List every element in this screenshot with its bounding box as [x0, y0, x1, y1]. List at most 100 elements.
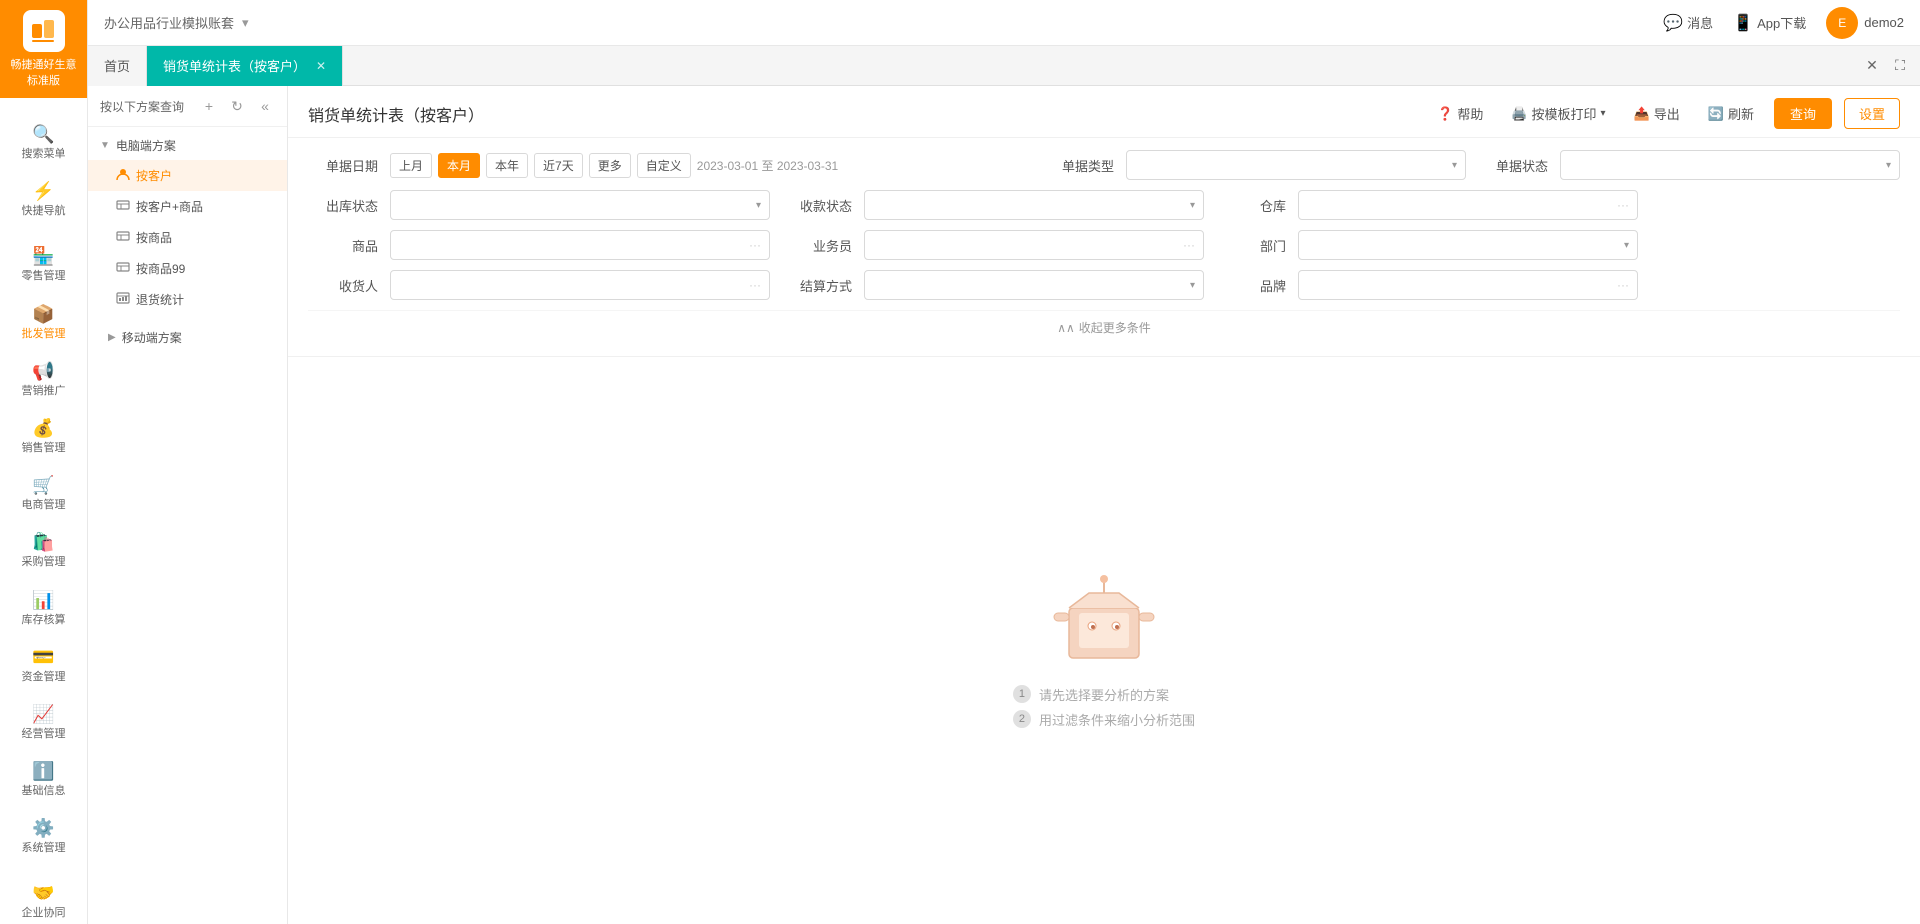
date-btn-last-month[interactable]: 上月 [390, 153, 432, 178]
salesperson-control[interactable]: ··· [864, 230, 1204, 260]
wholesale-icon: 📦 [32, 304, 54, 325]
sidebar-marketing-label: 营销推广 [22, 385, 66, 398]
by-goods-icon [116, 229, 130, 246]
date-btn-this-year[interactable]: 本年 [486, 153, 528, 178]
scheme-panel-header: 按以下方案查询 + ↻ « [88, 86, 287, 127]
date-quick-buttons: 上月 本月 本年 近7天 更多 自定义 2023-03-01 至 2023-03… [390, 153, 1032, 178]
tab-sales-stat-close[interactable]: ✕ [316, 59, 326, 73]
sidebar-ecommerce-label: 电商管理 [22, 499, 66, 512]
sidebar-item-basic[interactable]: ℹ️ 基础信息 [0, 751, 87, 808]
collapse-bar[interactable]: ∧∧ 收起更多条件 [308, 310, 1900, 344]
tab-home[interactable]: 首页 [88, 46, 147, 86]
tab-close-all-btn[interactable]: ✕ [1860, 54, 1884, 78]
by-goods-99-icon [116, 260, 130, 277]
date-btn-custom[interactable]: 自定义 [637, 153, 691, 178]
sidebar-finance-label: 资金管理 [22, 671, 66, 684]
help-label: 帮助 [1457, 104, 1483, 123]
export-btn[interactable]: 📤 导出 [1626, 100, 1688, 127]
sidebar-item-system[interactable]: ⚙️ 系统管理 [0, 808, 87, 865]
scheme-item-by-goods-99[interactable]: 按商品99 [88, 253, 287, 284]
sidebar-item-search[interactable]: 🔍 搜索菜单 [0, 114, 87, 171]
settle-label: 结算方式 [782, 276, 852, 295]
empty-step-2: 2 用过滤条件来缩小分析范围 [1013, 710, 1195, 729]
sidebar-item-enterprise[interactable]: 🤝 企业协同 [0, 873, 87, 924]
help-btn[interactable]: ❓ 帮助 [1429, 100, 1491, 127]
user-name: demo2 [1864, 15, 1904, 30]
sidebar-item-purchase[interactable]: 🛍️ 采购管理 [0, 522, 87, 579]
return-stat-icon [116, 291, 130, 308]
sidebar-basic-label: 基础信息 [22, 785, 66, 798]
settle-arrow-icon: ▾ [1190, 280, 1195, 291]
brand-control[interactable]: ··· [1298, 270, 1638, 300]
scheme-collapse-btn[interactable]: « [255, 96, 275, 116]
collapse-label: 收起更多条件 [1079, 319, 1151, 336]
settings-btn[interactable]: 设置 [1844, 98, 1900, 129]
scheme-refresh-btn[interactable]: ↻ [227, 96, 247, 116]
pay-status-control[interactable]: ▾ [864, 190, 1204, 220]
date-btn-this-month[interactable]: 本月 [438, 153, 480, 178]
basic-icon: ℹ️ [32, 761, 54, 782]
warehouse-control[interactable]: ··· [1298, 190, 1638, 220]
sidebar-item-ecommerce[interactable]: 🛒 电商管理 [0, 465, 87, 522]
refresh-btn[interactable]: 🔄 刷新 [1700, 100, 1762, 127]
sidebar-item-quicknav[interactable]: ⚡ 快捷导航 [0, 171, 87, 228]
sidebar-item-operations[interactable]: 📈 经营管理 [0, 694, 87, 751]
scheme-item-by-customer-goods[interactable]: 按客户+商品 [88, 191, 287, 222]
date-btn-last-7days[interactable]: 近7天 [534, 153, 583, 178]
settle-control[interactable]: ▾ [864, 270, 1204, 300]
sidebar-inventory-label: 库存核算 [22, 614, 66, 627]
sidebar-item-marketing[interactable]: 📢 营销推广 [0, 351, 87, 408]
scheme-group-desktop-header[interactable]: ▼ 电脑端方案 [88, 131, 287, 160]
template-print-btn[interactable]: 🖨️ 按模板打印 ▾ [1503, 100, 1613, 127]
message-icon: 💬 [1663, 13, 1683, 33]
scheme-item-by-customer-goods-label: 按客户+商品 [136, 198, 203, 215]
sidebar-item-wholesale[interactable]: 📦 批发管理 [0, 294, 87, 351]
scheme-item-by-customer[interactable]: 按客户 [88, 160, 287, 191]
scheme-group-desktop: ▼ 电脑端方案 按客户 按客户+商品 [88, 127, 287, 319]
breadcrumb-dropdown-icon[interactable]: ▾ [242, 15, 249, 31]
header-breadcrumb-area: 办公用品行业模拟账套 ▾ [104, 13, 249, 32]
type-control[interactable]: ▾ [1126, 150, 1466, 180]
dept-control[interactable]: ▾ [1298, 230, 1638, 260]
tab-sales-stat[interactable]: 销货单统计表（按客户） ✕ [147, 46, 343, 86]
sidebar: 畅捷通好生意 标准版 🔍 搜索菜单 ⚡ 快捷导航 🏪 零售管理 📦 批发管理 📢… [0, 0, 88, 924]
goods-control[interactable]: ··· [390, 230, 770, 260]
out-status-control[interactable]: ▾ [390, 190, 770, 220]
receiver-label: 收货人 [308, 276, 378, 295]
sidebar-item-inventory[interactable]: 📊 库存核算 [0, 580, 87, 637]
scheme-panel: 按以下方案查询 + ↻ « ▼ 电脑端方案 按客户 [88, 86, 288, 924]
marketing-icon: 📢 [32, 361, 54, 382]
app-download-btn[interactable]: 📱 App下载 [1733, 13, 1806, 33]
warehouse-label: 仓库 [1216, 196, 1286, 215]
scheme-group-mobile-header[interactable]: ▶ 移动端方案 [88, 323, 287, 352]
template-print-arrow-icon: ▾ [1601, 108, 1606, 119]
tab-sales-stat-label: 销货单统计表（按客户） [163, 56, 306, 75]
filter-area: 单据日期 上月 本月 本年 近7天 更多 自定义 2023-03-01 至 20… [288, 138, 1920, 357]
scheme-item-by-goods[interactable]: 按商品 [88, 222, 287, 253]
chevron-down-icon: ▼ [100, 140, 110, 151]
export-label: 导出 [1654, 104, 1680, 123]
pay-status-label: 收款状态 [782, 196, 852, 215]
status-control[interactable]: ▾ [1560, 150, 1900, 180]
system-icon: ⚙️ [32, 818, 54, 839]
sidebar-item-finance[interactable]: 💳 资金管理 [0, 637, 87, 694]
type-label: 单据类型 [1044, 156, 1114, 175]
export-icon: 📤 [1634, 106, 1650, 122]
user-menu[interactable]: E demo2 [1826, 7, 1904, 39]
scheme-add-btn[interactable]: + [199, 96, 219, 116]
message-btn[interactable]: 💬 消息 [1663, 13, 1713, 33]
tab-maximize-btn[interactable]: ⛶ [1888, 54, 1912, 78]
date-btn-more[interactable]: 更多 [589, 153, 631, 178]
sidebar-item-retail[interactable]: 🏪 零售管理 [0, 236, 87, 293]
right-content: 销货单统计表（按客户） ❓ 帮助 🖨️ 按模板打印 ▾ 📤 导出 [288, 86, 1920, 924]
scheme-item-return-stat[interactable]: 退货统计 [88, 284, 287, 315]
sidebar-item-sales[interactable]: 💰 销售管理 [0, 408, 87, 465]
empty-illustration [1044, 553, 1164, 673]
dept-label: 部门 [1216, 236, 1286, 255]
receiver-control[interactable]: ··· [390, 270, 770, 300]
by-customer-goods-icon [116, 198, 130, 215]
scheme-panel-title: 按以下方案查询 [100, 98, 191, 115]
sales-icon: 💰 [32, 418, 54, 439]
brand-dots-icon: ··· [1617, 278, 1629, 292]
query-btn[interactable]: 查询 [1774, 98, 1832, 129]
